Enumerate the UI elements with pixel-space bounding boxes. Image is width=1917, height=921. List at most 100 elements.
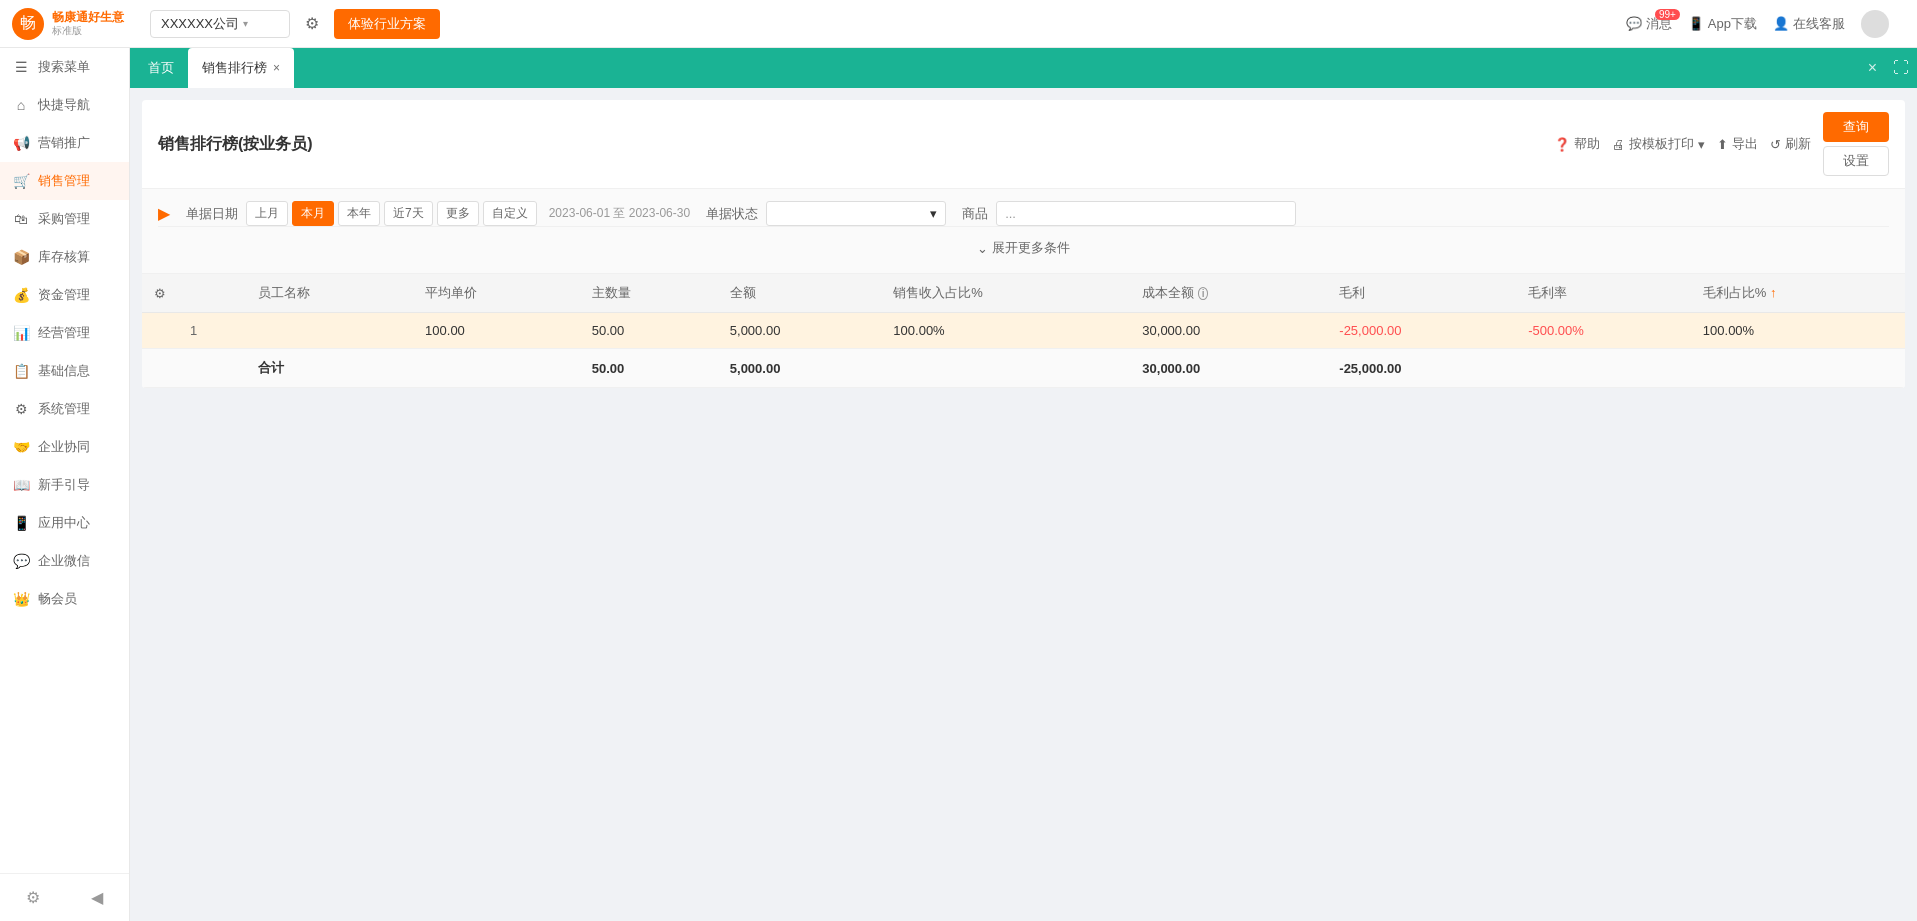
- th-sales-pct: 销售收入占比%: [881, 274, 1130, 313]
- goods-filter-input[interactable]: ...: [996, 201, 1296, 226]
- sidebar-item-apps[interactable]: 📱 应用中心: [0, 504, 129, 542]
- company-selector[interactable]: XXXXXX公司 ▾: [150, 10, 290, 38]
- table-header-row: ⚙ 员工名称 平均单价 主数量 全额 销售收入占比% 成本全额 i 毛利: [142, 274, 1905, 313]
- filter-expand-arrow[interactable]: ▶: [158, 204, 170, 223]
- sidebar-icon-marketing: 📢: [12, 134, 30, 152]
- active-tab-label: 销售排行榜: [202, 59, 267, 77]
- sidebar-icon-guide: 📖: [12, 476, 30, 494]
- sidebar-item-collab[interactable]: 🤝 企业协同: [0, 428, 129, 466]
- sidebar-label-collab: 企业协同: [38, 438, 90, 456]
- sidebar-item-sales[interactable]: 🛒 销售管理: [0, 162, 129, 200]
- sidebar-icon-quick-nav: ⌂: [12, 96, 30, 114]
- footer-profit-rate: [1516, 349, 1691, 388]
- print-chevron-icon: ▾: [1698, 137, 1705, 152]
- sidebar-item-quick-nav[interactable]: ⌂ 快捷导航: [0, 86, 129, 124]
- sidebar-label-apps: 应用中心: [38, 514, 90, 532]
- refresh-label: 刷新: [1785, 135, 1811, 153]
- tab-close-all-btn[interactable]: ×: [1864, 55, 1881, 81]
- row-avg-price: 100.00: [413, 313, 580, 349]
- avatar[interactable]: [1861, 10, 1889, 38]
- export-button[interactable]: ⬆ 导出: [1717, 135, 1758, 153]
- sidebar-icon-inventory: 📦: [12, 248, 30, 266]
- tab-maximize-btn[interactable]: ⛶: [1889, 55, 1913, 81]
- date-range-group: 上月 本月 本年 近7天 更多 自定义: [246, 201, 537, 226]
- sidebar-item-purchase[interactable]: 🛍 采购管理: [0, 200, 129, 238]
- status-filter-select[interactable]: ▾: [766, 201, 946, 226]
- table-footer-row: 合计 50.00 5,000.00 30,000.00 -25,000.00: [142, 349, 1905, 388]
- sidebar-item-marketing[interactable]: 📢 营销推广: [0, 124, 129, 162]
- help-button[interactable]: ❓ 帮助: [1554, 135, 1600, 153]
- filter-row-1: ▶ 单据日期 上月 本月 本年 近7天 更多 自定义: [158, 201, 1889, 226]
- status-filter-label: 单据状态: [706, 205, 758, 223]
- sidebar-item-operation[interactable]: 📊 经营管理: [0, 314, 129, 352]
- online-service-label: 在线客服: [1793, 15, 1845, 33]
- footer-gear: [142, 349, 178, 388]
- date-filter-label: 单据日期: [186, 205, 238, 223]
- help-label: 帮助: [1574, 135, 1600, 153]
- date-more-btn[interactable]: 更多: [437, 201, 479, 226]
- sidebar-item-system[interactable]: ⚙ 系统管理: [0, 390, 129, 428]
- sidebar: ☰ 搜索菜单 ⌂ 快捷导航 📢 营销推广 🛒 销售管理 🛍 采购管理 📦 库存核…: [0, 48, 130, 921]
- sidebar-item-wechat[interactable]: 💬 企业微信: [0, 542, 129, 580]
- date-last-month-btn[interactable]: 上月: [246, 201, 288, 226]
- sidebar-item-member[interactable]: 👑 畅会员: [0, 580, 129, 618]
- tab-sales-ranking[interactable]: 销售排行榜 ×: [188, 48, 294, 88]
- th-name: 员工名称: [246, 274, 413, 313]
- print-label: 按模板打印: [1629, 135, 1694, 153]
- trial-button[interactable]: 体验行业方案: [334, 9, 440, 39]
- sidebar-label-basic: 基础信息: [38, 362, 90, 380]
- row-sales-pct: 100.00%: [881, 313, 1130, 349]
- logo-title: 畅康通好生意: [52, 10, 124, 24]
- notification-button[interactable]: 💬 消息 99+: [1626, 15, 1672, 33]
- date-7days-btn[interactable]: 近7天: [384, 201, 433, 226]
- sidebar-item-finance[interactable]: 💰 资金管理: [0, 276, 129, 314]
- date-filter-item: 单据日期 上月 本月 本年 近7天 更多 自定义: [186, 201, 690, 226]
- status-filter-item: 单据状态 ▾: [706, 201, 946, 226]
- goods-filter-item: 商品 ...: [962, 201, 1296, 226]
- footer-empty: [178, 349, 246, 388]
- expand-conditions-btn[interactable]: ⌄ 展开更多条件: [977, 239, 1070, 257]
- refresh-button[interactable]: ↺ 刷新: [1770, 135, 1811, 153]
- table-row: 1 100.00 50.00 5,000.00 100.00% 30,000.0…: [142, 313, 1905, 349]
- sidebar-item-inventory[interactable]: 📦 库存核算: [0, 238, 129, 276]
- sidebar-settings-btn[interactable]: ⚙: [20, 882, 46, 913]
- sidebar-label-marketing: 营销推广: [38, 134, 90, 152]
- settings-icon-btn[interactable]: ⚙: [298, 10, 326, 38]
- home-tab-label: 首页: [148, 59, 174, 77]
- app-download-button[interactable]: 📱 App下载: [1688, 15, 1757, 33]
- th-gear[interactable]: ⚙: [142, 274, 178, 313]
- footer-profit: -25,000.00: [1327, 349, 1516, 388]
- date-custom-btn[interactable]: 自定义: [483, 201, 537, 226]
- tab-bar-right: × ⛶: [1864, 55, 1913, 81]
- page-header-actions: ❓ 帮助 🖨 按模板打印 ▾ ⬆ 导出: [1554, 112, 1889, 176]
- date-range-text: 2023-06-01 至 2023-06-30: [549, 205, 690, 222]
- print-button[interactable]: 🖨 按模板打印 ▾: [1612, 135, 1705, 153]
- th-profit-pct: 毛利占比% ↑: [1691, 274, 1905, 313]
- help-icon: ❓: [1554, 137, 1570, 152]
- row-rank: 1: [178, 313, 246, 349]
- sidebar-label-operation: 经营管理: [38, 324, 90, 342]
- sidebar-item-guide[interactable]: 📖 新手引导: [0, 466, 129, 504]
- footer-total-label: 合计: [246, 349, 413, 388]
- date-this-month-btn[interactable]: 本月: [292, 201, 334, 226]
- sidebar-label-system: 系统管理: [38, 400, 90, 418]
- goods-placeholder: ...: [1005, 206, 1287, 221]
- row-name: [246, 313, 413, 349]
- online-service-button[interactable]: 👤 在线客服: [1773, 15, 1845, 33]
- sidebar-label-sales: 销售管理: [38, 172, 90, 190]
- query-button[interactable]: 查询: [1823, 112, 1889, 142]
- sidebar-item-search[interactable]: ☰ 搜索菜单: [0, 48, 129, 86]
- export-icon: ⬆: [1717, 137, 1728, 152]
- sidebar-label-quick-nav: 快捷导航: [38, 96, 90, 114]
- tab-close-icon[interactable]: ×: [273, 61, 280, 75]
- date-this-year-btn[interactable]: 本年: [338, 201, 380, 226]
- row-qty: 50.00: [580, 313, 718, 349]
- sidebar-item-basic[interactable]: 📋 基础信息: [0, 352, 129, 390]
- goods-filter-label: 商品: [962, 205, 988, 223]
- company-name: XXXXXX公司: [161, 15, 239, 33]
- sidebar-collapse-btn[interactable]: ◀: [85, 882, 109, 913]
- tab-home[interactable]: 首页: [134, 48, 188, 88]
- setting-button[interactable]: 设置: [1823, 146, 1889, 176]
- app-download-label: App下载: [1708, 15, 1757, 33]
- row-profit: -25,000.00: [1327, 313, 1516, 349]
